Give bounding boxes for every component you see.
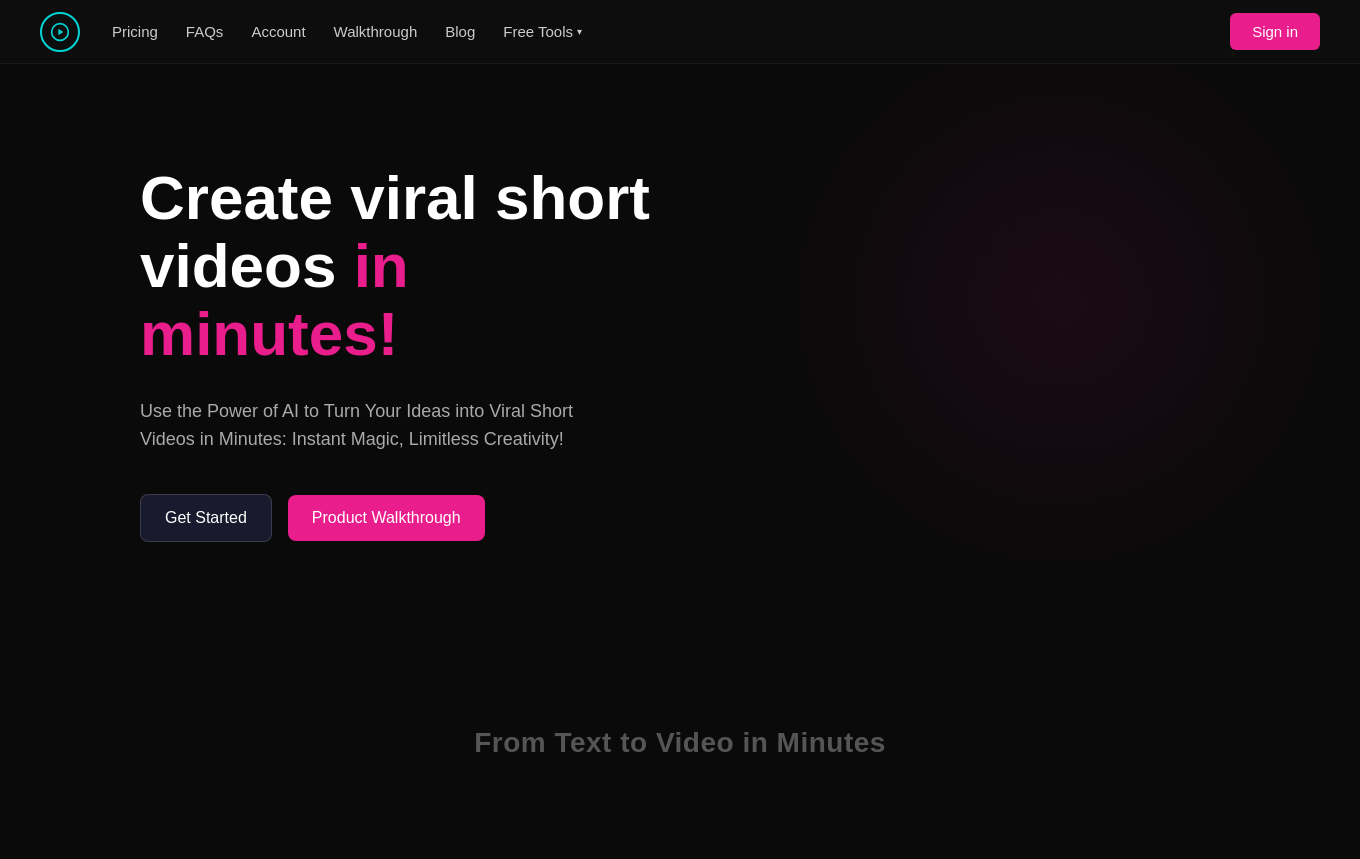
hero-section: Create viral short videos in minutes! Us… [0, 64, 700, 622]
hero-title-line1: Create viral short [140, 163, 650, 232]
nav-item-account[interactable]: Account [251, 23, 305, 41]
logo[interactable] [40, 12, 80, 52]
nav-links: Pricing FAQs Account Walkthrough Blog Fr… [112, 23, 582, 41]
bottom-tagline: From Text to Video in Minutes [40, 727, 1320, 759]
svg-marker-1 [58, 28, 63, 35]
nav-item-blog[interactable]: Blog [445, 23, 475, 41]
signin-button[interactable]: Sign in [1230, 13, 1320, 50]
hero-buttons: Get Started Product Walkthrough [140, 494, 660, 542]
hero-title-line2-plain: videos [140, 231, 354, 300]
navbar: Pricing FAQs Account Walkthrough Blog Fr… [0, 0, 1360, 64]
hero-glow [760, 0, 1360, 600]
chevron-down-icon: ▾ [577, 26, 582, 37]
nav-item-faqs[interactable]: FAQs [186, 23, 224, 41]
navbar-left: Pricing FAQs Account Walkthrough Blog Fr… [40, 12, 582, 52]
get-started-button[interactable]: Get Started [140, 494, 272, 542]
hero-subtitle: Use the Power of AI to Turn Your Ideas i… [140, 397, 620, 455]
bottom-section: From Text to Video in Minutes [0, 667, 1360, 799]
nav-item-walkthrough[interactable]: Walkthrough [334, 23, 418, 41]
product-walkthrough-button[interactable]: Product Walkthrough [288, 495, 485, 541]
hero-title: Create viral short videos in minutes! [140, 164, 660, 369]
nav-item-free-tools[interactable]: Free Tools ▾ [503, 23, 582, 40]
nav-item-pricing[interactable]: Pricing [112, 23, 158, 41]
